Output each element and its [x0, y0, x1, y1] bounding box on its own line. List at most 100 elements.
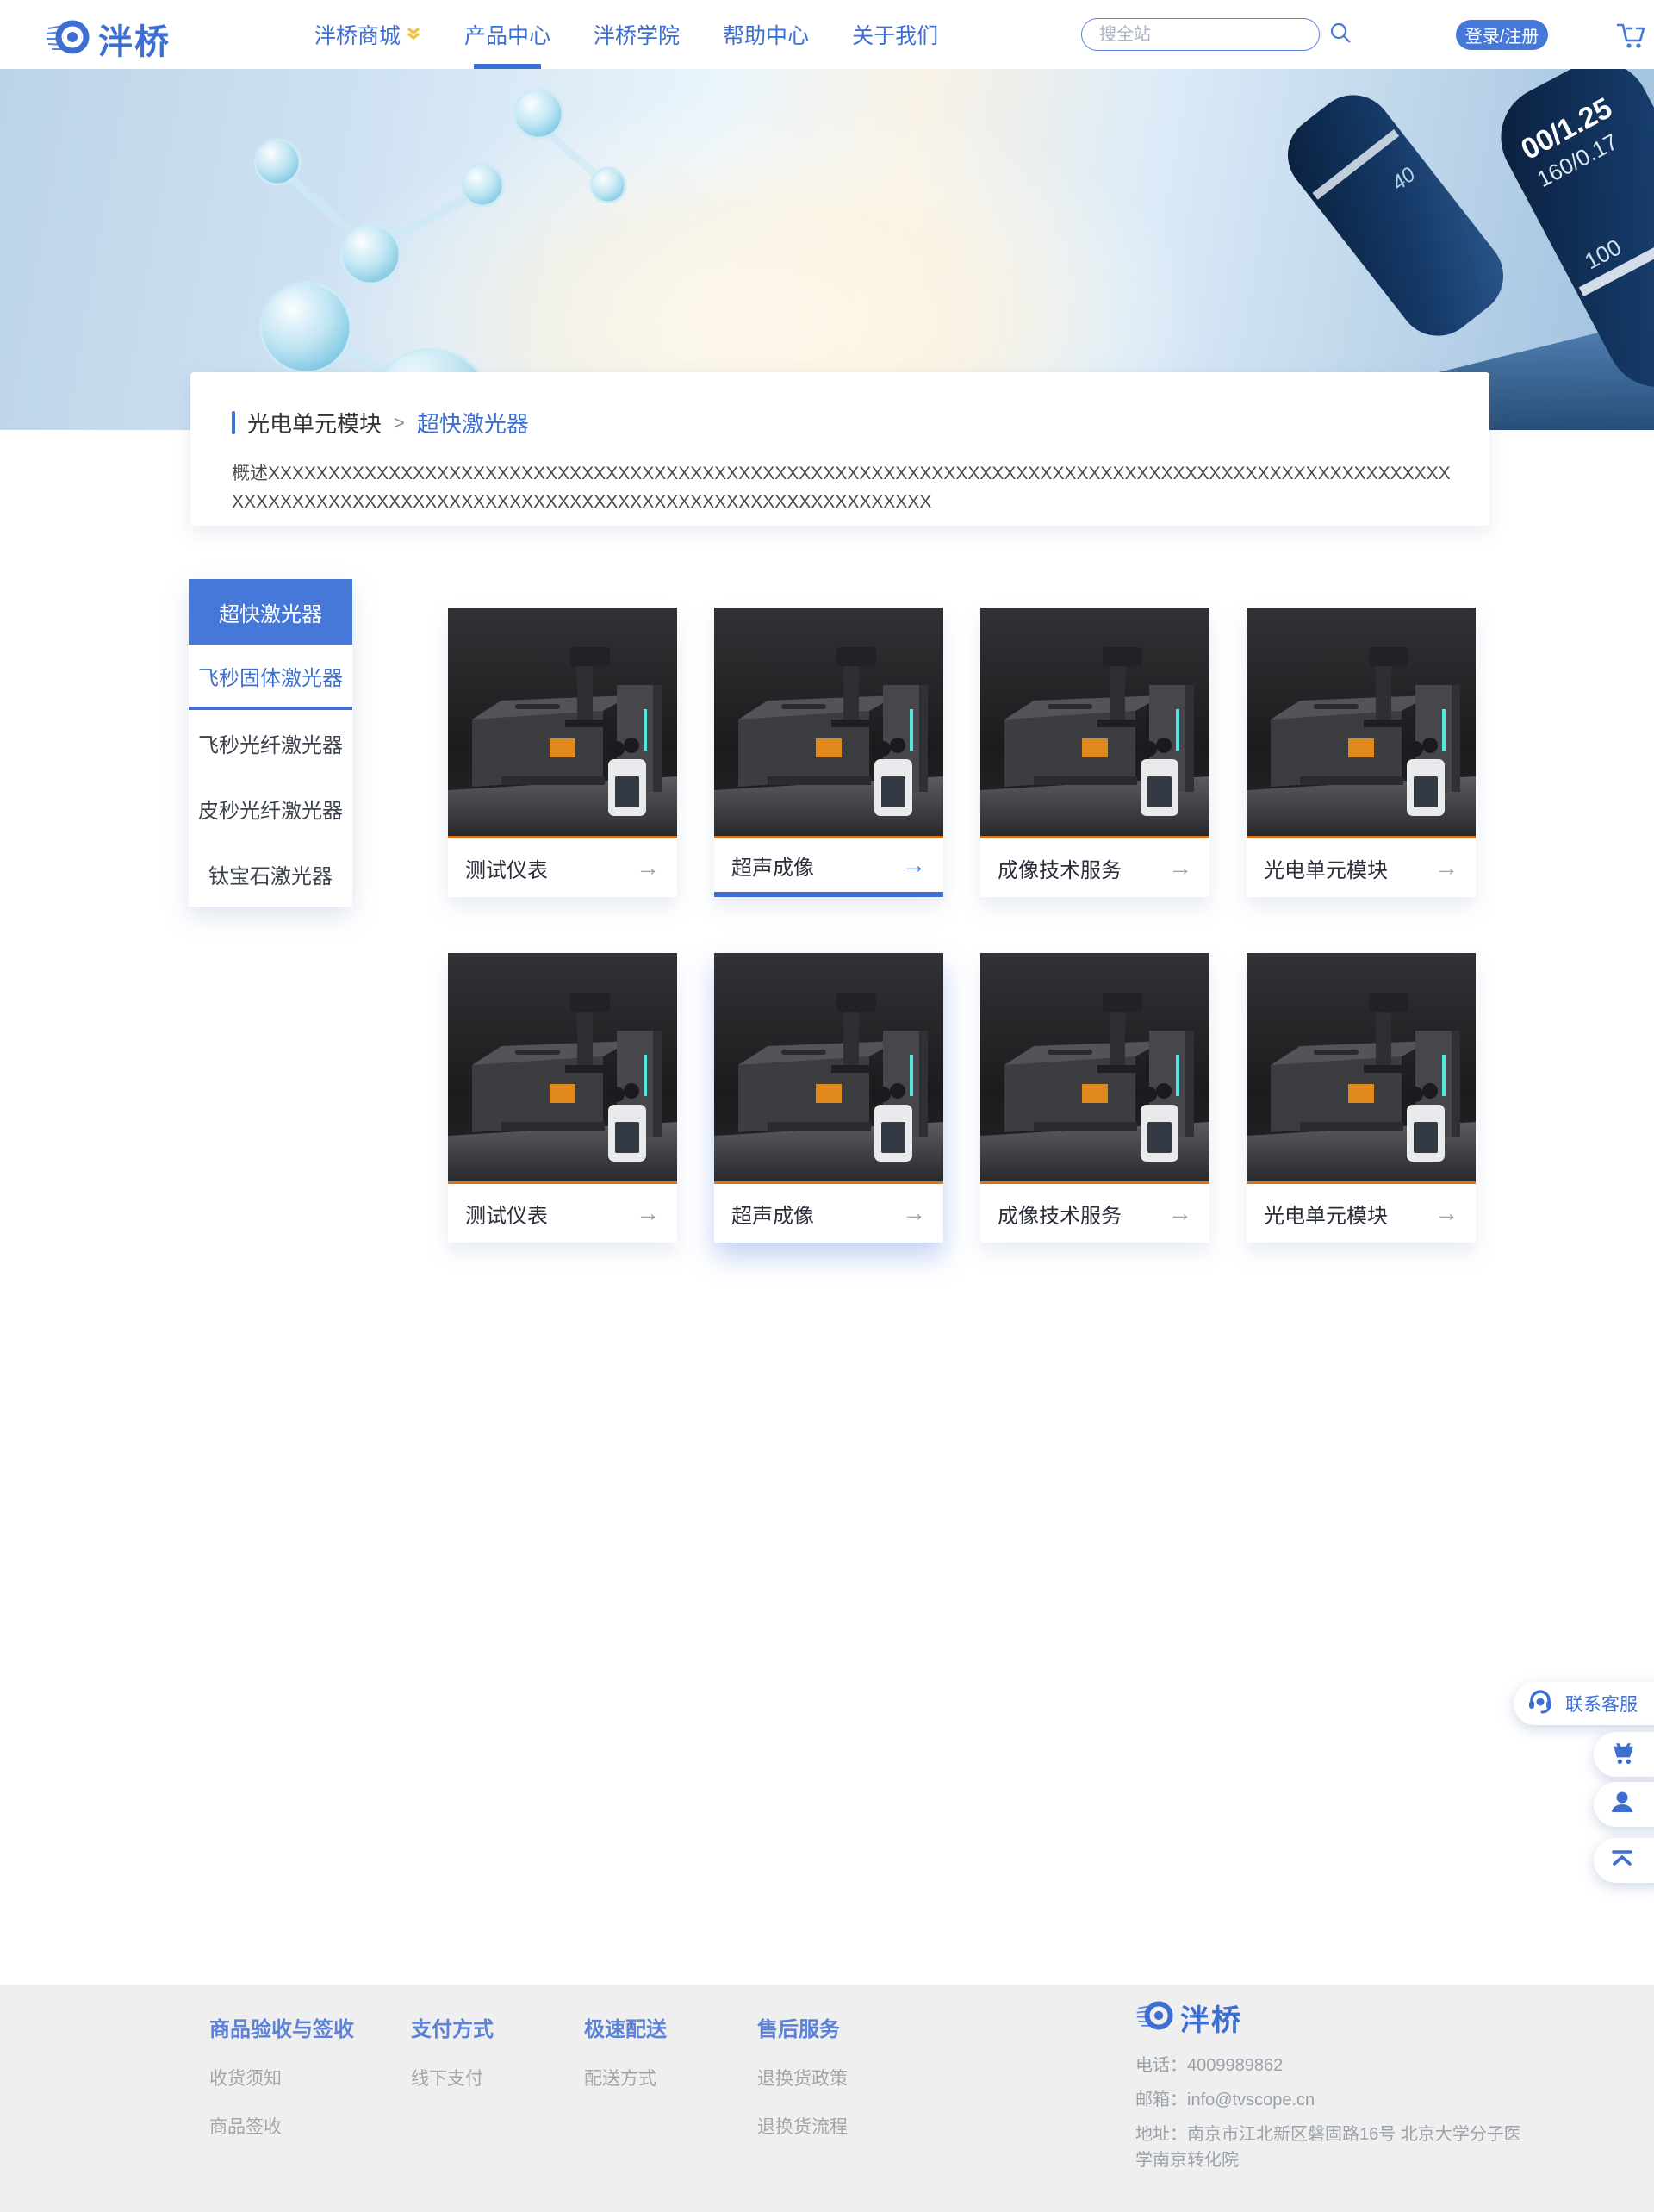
top-navigation-bar: 泮桥 泮桥商城 产品中心 泮桥学院 帮助中心 关于我们 搜全站 登录/注册 [0, 0, 1654, 69]
phone-value: 4009989862 [1187, 2056, 1284, 2075]
product-card[interactable]: 成像技术服务 → [980, 953, 1209, 1243]
product-card-label: 成像技术服务 [998, 858, 1122, 882]
nav-item-products-active[interactable]: 产品中心 [464, 0, 550, 69]
footer-link[interactable]: 退换货政策 [757, 2065, 848, 2090]
arrow-right-icon[interactable]: → [1434, 854, 1458, 882]
footer-contact-block: 泮桥 电话：4009989862 邮箱：info@tvscope.cn 地址：南… [1135, 1997, 1523, 2173]
login-register-button[interactable]: 登录/注册 [1456, 20, 1548, 50]
product-card-label: 光电单元模块 [1264, 858, 1388, 882]
footer-logo: 泮桥 [1135, 1997, 1523, 2039]
logo-icon [1135, 1997, 1173, 2039]
footer-column-payment: 支付方式 线下支付 [411, 2012, 494, 2090]
breadcrumb-accent-bar [232, 411, 235, 434]
sidebar-item-picosecond-fiber-laser[interactable]: 皮秒光纤激光器 [189, 776, 352, 841]
product-card-label: 光电单元模块 [1264, 1204, 1388, 1228]
product-card-label: 测试仪表 [465, 1204, 548, 1228]
footer-email: 邮箱：info@tvscope.cn [1135, 2087, 1523, 2113]
search-icon[interactable] [1328, 20, 1353, 50]
address-value: 南京市江北新区磐固路16号 北京大学分子医学南京转化院 [1135, 2125, 1521, 2170]
product-card-label: 超声成像 [731, 1204, 814, 1228]
footer-link[interactable]: 收货须知 [209, 2065, 354, 2090]
arrow-right-icon[interactable]: → [636, 854, 660, 882]
product-card[interactable]: 测试仪表 → [448, 608, 677, 897]
user-icon [1607, 1788, 1637, 1822]
footer-column-receiving: 商品验收与签收 收货须知 商品签收 [209, 2012, 354, 2139]
product-card[interactable]: 测试仪表 → [448, 953, 677, 1243]
arrow-right-icon[interactable]: → [902, 1199, 926, 1227]
arrow-right-icon[interactable]: → [636, 1199, 660, 1227]
footer-link[interactable]: 配送方式 [584, 2065, 667, 2090]
product-card[interactable]: 光电单元模块 → [1247, 953, 1476, 1243]
footer-column-aftersales: 售后服务 退换货政策 退换货流程 [757, 2012, 848, 2139]
footer-address: 地址：南京市江北新区磐固路16号 北京大学分子医学南京转化院 [1135, 2122, 1523, 2173]
footer-link[interactable]: 线下支付 [411, 2065, 494, 2090]
product-card-label: 测试仪表 [465, 858, 548, 882]
footer-link[interactable]: 商品签收 [209, 2113, 354, 2139]
breadcrumb-separator: > [394, 411, 405, 433]
sidebar-item-femtosecond-fiber-laser[interactable]: 飞秒光纤激光器 [189, 710, 352, 776]
footer-column-title: 售后服务 [757, 2018, 840, 2041]
sidebar-item-femtosecond-solid-laser[interactable]: 飞秒固体激光器 [189, 645, 352, 710]
nav-item-help[interactable]: 帮助中心 [723, 0, 809, 69]
product-card[interactable]: 成像技术服务 → [980, 608, 1209, 897]
address-label: 地址： [1135, 2125, 1187, 2144]
contact-service-button[interactable]: 联系客服 [1514, 1682, 1654, 1725]
cart-icon[interactable] [1613, 17, 1647, 52]
arrow-right-icon[interactable]: → [1168, 1199, 1192, 1227]
footer-column-title: 支付方式 [411, 2018, 494, 2041]
product-image [448, 953, 677, 1184]
logo-wordmark: 泮桥 [98, 23, 171, 61]
product-card[interactable]: 光电单元模块 → [1247, 608, 1476, 897]
search-input[interactable] [1099, 24, 1328, 45]
back-to-top-button[interactable] [1594, 1838, 1654, 1883]
sidebar-item-ultrafast-laser[interactable]: 超快激光器 [189, 579, 352, 645]
contact-service-label: 联系客服 [1565, 1695, 1638, 1715]
email-value: info@tvscope.cn [1187, 2090, 1315, 2109]
product-image [714, 608, 943, 838]
arrow-right-icon[interactable]: → [1168, 854, 1192, 882]
product-card-glow[interactable]: 超声成像 → [714, 953, 943, 1243]
floating-account-button[interactable] [1594, 1782, 1654, 1827]
product-image [1247, 953, 1476, 1184]
objective-lens-left: 40 [1287, 95, 1504, 336]
logo-wordmark: 泮桥 [1180, 2004, 1242, 2037]
nav-item-mall[interactable]: 泮桥商城 [314, 0, 421, 69]
breadcrumb-parent[interactable]: 光电单元模块 [247, 407, 382, 439]
logo-icon [45, 15, 90, 64]
category-sidebar: 超快激光器 飞秒固体激光器 飞秒光纤激光器 皮秒光纤激光器 钛宝石激光器 [189, 579, 352, 907]
footer-phone: 电话：4009989862 [1135, 2053, 1523, 2078]
breadcrumb-current[interactable]: 超快激光器 [417, 407, 529, 439]
nav-label: 产品中心 [464, 24, 551, 48]
product-image [980, 608, 1209, 838]
category-overview-text: 概述XXXXXXXXXXXXXXXXXXXXXXXXXXXXXXXXXXXXXX… [232, 464, 1451, 512]
email-label: 邮箱： [1135, 2090, 1187, 2109]
site-logo[interactable]: 泮桥 [45, 14, 171, 64]
product-grid: 测试仪表 → 超声成像 → 成像技术服务 → 光电单元模块 → 测试仪表 → 超… [448, 608, 1476, 1243]
cart-icon [1607, 1737, 1638, 1773]
product-card-label: 超声成像 [731, 856, 814, 880]
phone-label: 电话： [1135, 2056, 1187, 2075]
breadcrumb-overview-card: 光电单元模块 > 超快激光器 概述XXXXXXXXXXXXXXXXXXXXXXX… [190, 372, 1489, 526]
nav-item-about[interactable]: 关于我们 [852, 0, 938, 69]
footer-column-title: 极速配送 [584, 2018, 667, 2041]
product-card-highlighted[interactable]: 超声成像 → [714, 608, 943, 897]
nav-label: 泮桥学院 [594, 24, 681, 48]
site-search [1081, 18, 1351, 51]
product-image [448, 608, 677, 838]
breadcrumb: 光电单元模块 > 超快激光器 [232, 407, 1448, 439]
arrow-right-icon[interactable]: → [1434, 1199, 1458, 1227]
main-navigation: 泮桥商城 产品中心 泮桥学院 帮助中心 关于我们 [314, 0, 938, 69]
product-card-label: 成像技术服务 [998, 1204, 1122, 1228]
product-image [1247, 608, 1476, 838]
product-image [714, 953, 943, 1184]
nav-label: 泮桥商城 [314, 24, 401, 48]
nav-label: 帮助中心 [723, 24, 810, 48]
page: 泮桥 泮桥商城 产品中心 泮桥学院 帮助中心 关于我们 搜全站 登录/注册 40… [0, 0, 1654, 2212]
floating-cart-button[interactable] [1594, 1732, 1654, 1777]
arrow-right-icon[interactable]: → [902, 851, 926, 879]
sidebar-item-ti-sapphire-laser[interactable]: 钛宝石激光器 [189, 841, 352, 907]
active-tab-indicator [474, 64, 542, 69]
back-to-top-icon [1607, 1844, 1637, 1878]
nav-item-academy[interactable]: 泮桥学院 [594, 0, 680, 69]
footer-link[interactable]: 退换货流程 [757, 2113, 848, 2139]
